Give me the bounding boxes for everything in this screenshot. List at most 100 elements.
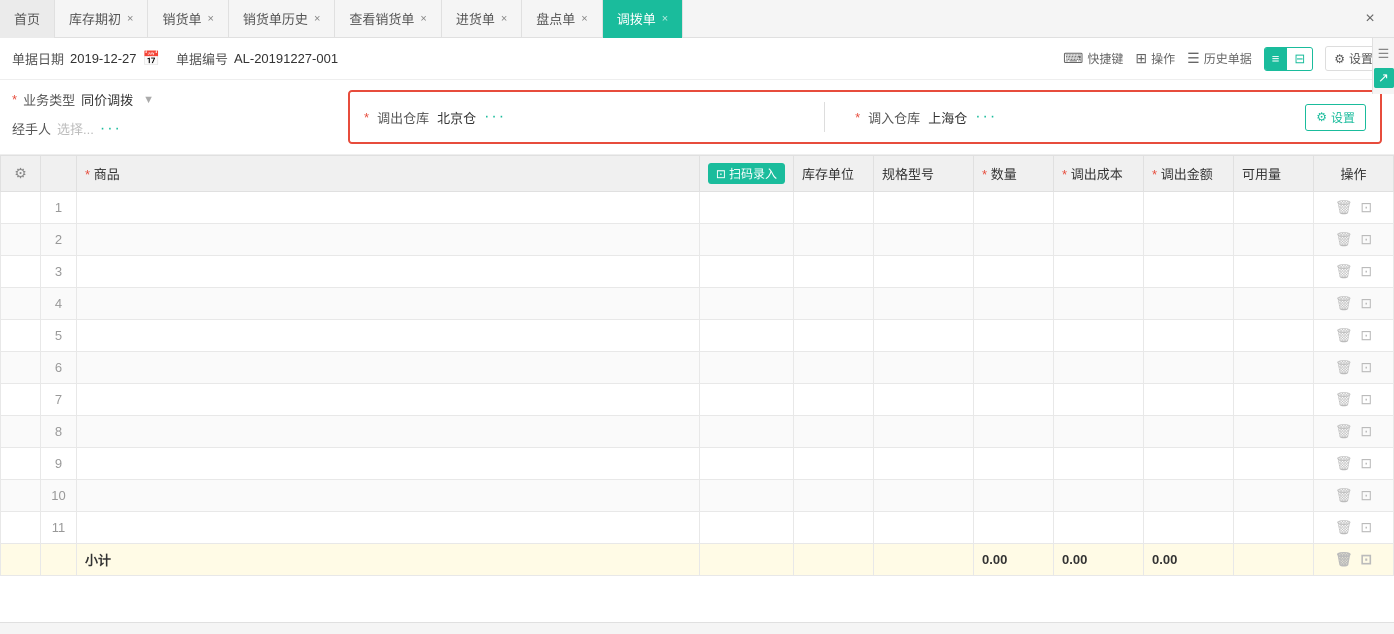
row-product-6[interactable] — [77, 384, 700, 416]
row-delete-10-icon[interactable]: 🗑 — [1335, 519, 1353, 535]
row-cost-4[interactable] — [1054, 320, 1144, 352]
row-delete-9-icon[interactable]: 🗑 — [1335, 487, 1353, 503]
row-qty-3[interactable] — [974, 288, 1054, 320]
row-amount-0[interactable] — [1144, 192, 1234, 224]
calendar-icon[interactable]: 📅 — [143, 50, 160, 67]
layout-btn-1[interactable]: ≡ — [1265, 48, 1288, 70]
row-avail-7[interactable] — [1234, 416, 1314, 448]
row-copy-8-icon[interactable]: ⊡ — [1360, 455, 1372, 471]
row-avail-10[interactable] — [1234, 512, 1314, 544]
row-qty-0[interactable] — [974, 192, 1054, 224]
row-amount-1[interactable] — [1144, 224, 1234, 256]
row-unit-1[interactable] — [794, 224, 874, 256]
tab-view-sales[interactable]: 查看销货单 × — [335, 0, 441, 38]
row-avail-6[interactable] — [1234, 384, 1314, 416]
row-delete-8-icon[interactable]: 🗑 — [1335, 455, 1353, 471]
row-qty-2[interactable] — [974, 256, 1054, 288]
subtotal-delete-icon[interactable]: 🗑 — [1335, 551, 1353, 567]
row-avail-1[interactable] — [1234, 224, 1314, 256]
row-copy-6-icon[interactable]: ⊡ — [1360, 391, 1372, 407]
tab-stocktake[interactable]: 盘点单 × — [522, 0, 602, 38]
row-spec-0[interactable] — [874, 192, 974, 224]
row-qty-5[interactable] — [974, 352, 1054, 384]
row-unit-9[interactable] — [794, 480, 874, 512]
tab-inventory-init[interactable]: 库存期初 × — [55, 0, 148, 38]
tab-transfer[interactable]: 调拨单 × — [603, 0, 683, 38]
row-spec-1[interactable] — [874, 224, 974, 256]
tab-stocktake-close[interactable]: × — [581, 13, 587, 25]
business-type-value[interactable]: 同价调拨 — [81, 90, 133, 109]
row-spec-8[interactable] — [874, 448, 974, 480]
row-qty-6[interactable] — [974, 384, 1054, 416]
row-amount-6[interactable] — [1144, 384, 1234, 416]
row-avail-5[interactable] — [1234, 352, 1314, 384]
sidebar-export-button[interactable]: ↗ — [1374, 68, 1394, 88]
shortcut-button[interactable]: ⌨ 快捷键 — [1063, 50, 1123, 67]
row-qty-9[interactable] — [974, 480, 1054, 512]
table-container[interactable]: ⚙ * 商品 ⊡ 扫码录入 库存单位 — [0, 155, 1394, 622]
row-qty-1[interactable] — [974, 224, 1054, 256]
row-delete-3-icon[interactable]: 🗑 — [1335, 295, 1353, 311]
row-product-1[interactable] — [77, 224, 700, 256]
row-spec-4[interactable] — [874, 320, 974, 352]
tab-home[interactable]: 首页 — [0, 0, 55, 38]
row-product-10[interactable] — [77, 512, 700, 544]
row-product-5[interactable] — [77, 352, 700, 384]
row-qty-7[interactable] — [974, 416, 1054, 448]
row-delete-0-icon[interactable]: 🗑 — [1335, 199, 1353, 215]
tab-sales-order-close[interactable]: × — [207, 13, 213, 25]
row-avail-4[interactable] — [1234, 320, 1314, 352]
row-copy-5-icon[interactable]: ⊡ — [1360, 359, 1372, 375]
window-close-button[interactable]: × — [1356, 5, 1384, 33]
row-unit-7[interactable] — [794, 416, 874, 448]
row-qty-8[interactable] — [974, 448, 1054, 480]
row-spec-3[interactable] — [874, 288, 974, 320]
row-amount-2[interactable] — [1144, 256, 1234, 288]
row-product-3[interactable] — [77, 288, 700, 320]
in-warehouse-value[interactable]: 上海仓 — [928, 108, 967, 127]
row-copy-3-icon[interactable]: ⊡ — [1360, 295, 1372, 311]
row-unit-2[interactable] — [794, 256, 874, 288]
history-button[interactable]: ☰ 历史单据 — [1187, 50, 1252, 67]
row-amount-5[interactable] — [1144, 352, 1234, 384]
row-copy-4-icon[interactable]: ⊡ — [1360, 327, 1372, 343]
layout-btn-2[interactable]: ⊟ — [1287, 48, 1312, 70]
tab-inventory-init-close[interactable]: × — [127, 13, 133, 25]
row-unit-3[interactable] — [794, 288, 874, 320]
subtotal-copy-icon[interactable]: ⊡ — [1360, 551, 1372, 567]
row-avail-9[interactable] — [1234, 480, 1314, 512]
row-spec-6[interactable] — [874, 384, 974, 416]
scan-button[interactable]: ⊡ 扫码录入 — [708, 163, 785, 184]
row-spec-10[interactable] — [874, 512, 974, 544]
row-spec-2[interactable] — [874, 256, 974, 288]
row-cost-9[interactable] — [1054, 480, 1144, 512]
row-cost-3[interactable] — [1054, 288, 1144, 320]
row-delete-2-icon[interactable]: 🗑 — [1335, 263, 1353, 279]
table-gear-icon[interactable]: ⚙ — [14, 165, 27, 181]
tab-purchase-order-close[interactable]: × — [501, 13, 507, 25]
row-delete-4-icon[interactable]: 🗑 — [1335, 327, 1353, 343]
row-spec-5[interactable] — [874, 352, 974, 384]
handler-value[interactable]: 选择... — [57, 119, 94, 138]
row-unit-5[interactable] — [794, 352, 874, 384]
row-amount-10[interactable] — [1144, 512, 1234, 544]
row-cost-0[interactable] — [1054, 192, 1144, 224]
row-unit-6[interactable] — [794, 384, 874, 416]
row-qty-10[interactable] — [974, 512, 1054, 544]
row-cost-7[interactable] — [1054, 416, 1144, 448]
row-copy-10-icon[interactable]: ⊡ — [1360, 519, 1372, 535]
tab-sales-order[interactable]: 销货单 × — [148, 0, 228, 38]
row-delete-1-icon[interactable]: 🗑 — [1335, 231, 1353, 247]
handler-more-btn[interactable]: ··· — [100, 120, 122, 138]
row-product-0[interactable] — [77, 192, 700, 224]
operation-button[interactable]: ⊞ 操作 — [1135, 50, 1175, 67]
row-unit-0[interactable] — [794, 192, 874, 224]
row-product-4[interactable] — [77, 320, 700, 352]
row-avail-0[interactable] — [1234, 192, 1314, 224]
row-cost-5[interactable] — [1054, 352, 1144, 384]
row-copy-2-icon[interactable]: ⊡ — [1360, 263, 1372, 279]
out-warehouse-more-btn[interactable]: ··· — [484, 108, 506, 126]
row-copy-7-icon[interactable]: ⊡ — [1360, 423, 1372, 439]
tab-purchase-order[interactable]: 进货单 × — [442, 0, 522, 38]
row-avail-2[interactable] — [1234, 256, 1314, 288]
